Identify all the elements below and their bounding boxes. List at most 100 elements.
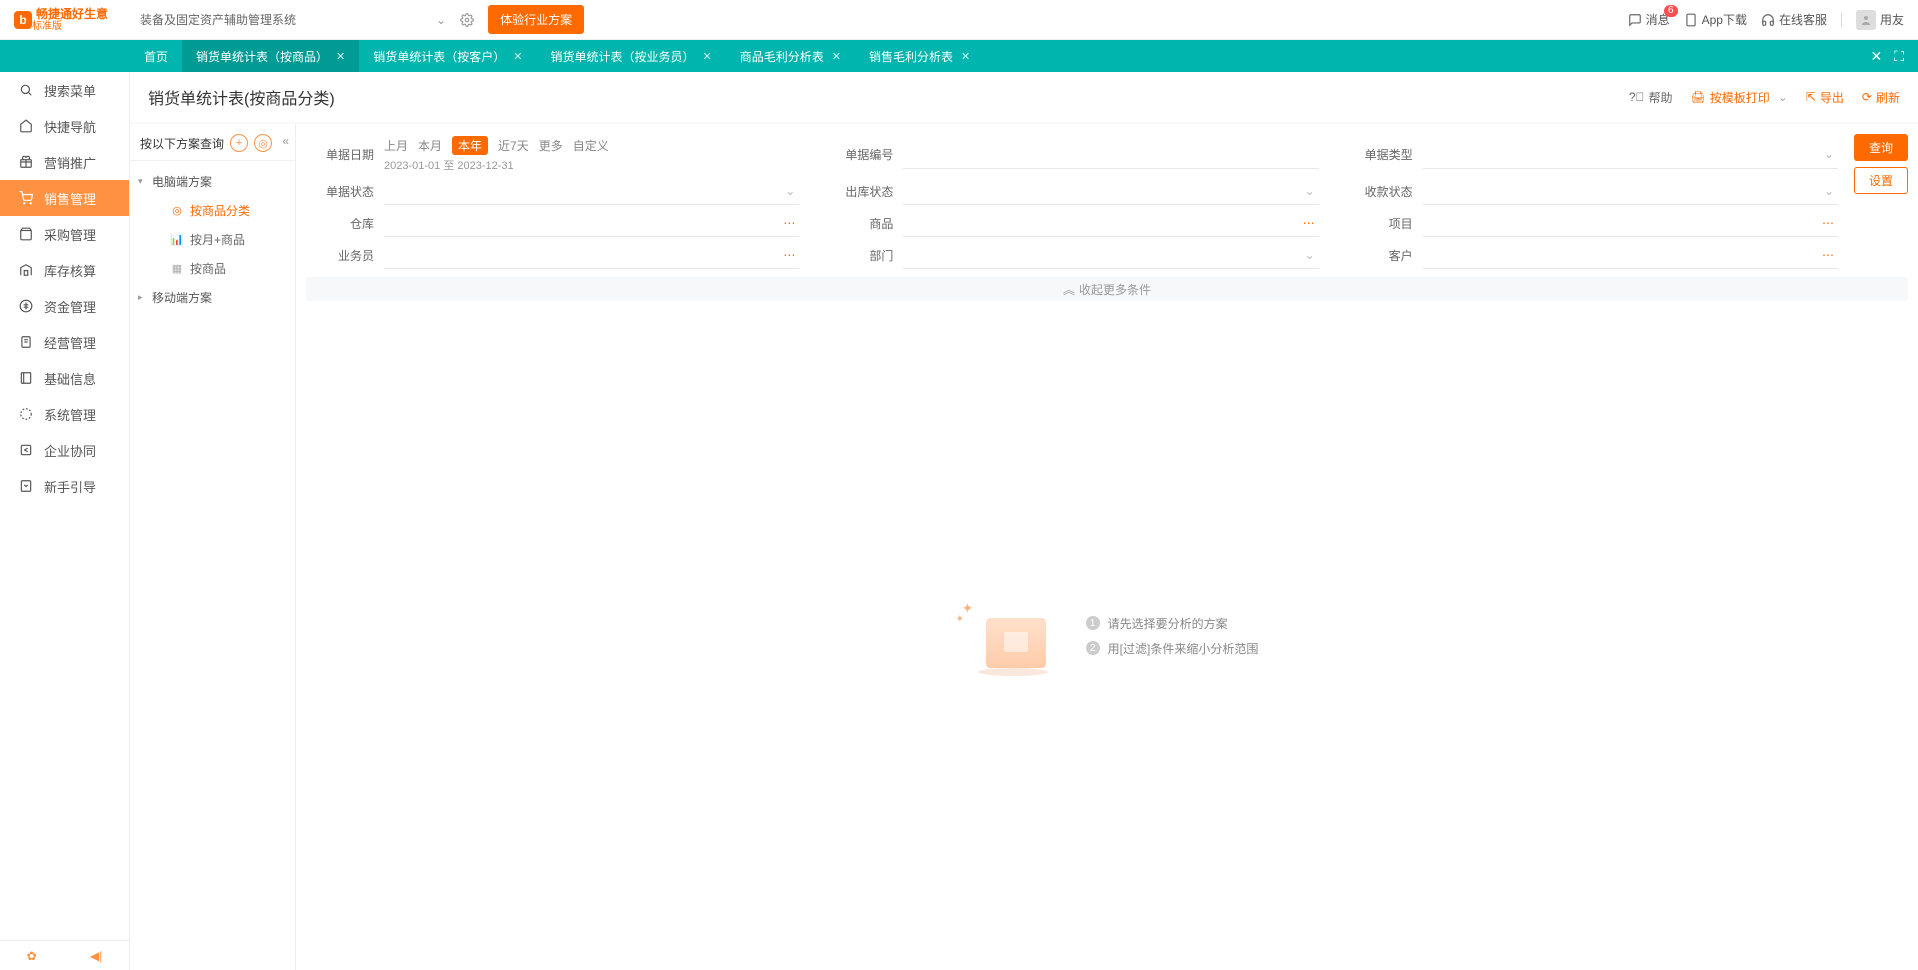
sidebar-item-purchase[interactable]: 采购管理 [0,216,129,252]
sidebar-item-marketing[interactable]: 营销推广 [0,144,129,180]
date-tag-thismonth[interactable]: 本月 [418,137,442,154]
more-icon[interactable]: ⋯ [1822,248,1834,262]
more-icon[interactable]: ⋯ [783,216,795,230]
date-quick-tags: 上月 本月 本年 近7天 更多 自定义 [384,136,799,155]
page-header: 销货单统计表(按商品分类) ?⃝帮助 🖨按模板打印⌄ ⇱导出 ⟳刷新 [130,72,1918,122]
label-bill-status: 单据状态 [310,183,374,200]
brand-logo: b 畅捷通好生意 标准版 [14,8,130,32]
sidebar-item-search[interactable]: 搜索菜单 [0,72,129,108]
chevron-down-icon[interactable]: ⌄ [1824,184,1834,198]
field-bill-type: 单据类型 ⌄ [1349,136,1838,173]
close-icon[interactable]: ✕ [961,50,970,63]
chevron-down-icon[interactable]: ⌄ [785,184,795,198]
refresh-button[interactable]: ⟳刷新 [1862,89,1900,106]
scheme-group-desktop[interactable]: 电脑端方案 [130,167,295,196]
sidebar-item-guide[interactable]: 新手引导 [0,468,129,504]
filter-form: 单据日期 上月 本月 本年 近7天 更多 自定义 20 [296,124,1918,970]
printer-icon: 🖨 [1691,90,1706,104]
user-menu[interactable]: 用友 [1856,10,1904,30]
chevron-down-icon: ⌄ [436,13,446,27]
more-icon[interactable]: ⋯ [1303,216,1315,230]
input-bill-type[interactable]: ⌄ [1423,141,1838,169]
gear-icon[interactable] [460,13,474,27]
sidebar-item-sales[interactable]: 销售管理 [0,180,129,216]
chevron-down-icon[interactable]: ⌄ [1824,147,1834,161]
close-all-icon[interactable]: ✕ [1870,48,1882,65]
field-department: 部门 ⌄ [829,241,1318,269]
query-button[interactable]: 查询 [1854,134,1908,161]
field-bill-no: 单据编号 [829,136,1318,173]
scheme-by-month-product[interactable]: 📊按月+商品 [130,225,295,254]
tab-sales-by-product[interactable]: 销货单统计表（按商品） ✕ [182,40,359,72]
tab-label: 销货单统计表（按商品） [196,48,328,65]
sidebar-item-funds[interactable]: 资金管理 [0,288,129,324]
input-pay-status[interactable]: ⌄ [1423,177,1838,205]
sidebar-item-basicinfo[interactable]: 基础信息 [0,360,129,396]
sidebar-item-label: 销售管理 [44,189,96,208]
input-salesperson[interactable]: ⋯ [384,241,799,269]
settings-icon[interactable]: ✿ [27,949,37,963]
print-template-button[interactable]: 🖨按模板打印⌄ [1691,89,1788,106]
collapse-sidebar-icon[interactable]: ◀| [90,949,102,963]
close-icon[interactable]: ✕ [513,50,522,63]
system-selector[interactable]: 装备及固定资产辅助管理系统 ⌄ [140,11,446,28]
add-scheme-icon[interactable]: + [230,134,248,152]
tab-sales-by-salesperson[interactable]: 销货单统计表（按业务员）✕ [536,40,725,72]
chevron-down-icon: ⌄ [1778,90,1788,104]
target-icon: ◎ [170,204,184,218]
collapse-panel-icon[interactable]: « [282,134,289,148]
logo-icon: b [14,11,32,29]
input-bill-status[interactable]: ⌄ [384,177,799,205]
export-button[interactable]: ⇱导出 [1806,89,1844,106]
date-tag-more[interactable]: 更多 [539,137,563,154]
date-tag-thisyear[interactable]: 本年 [452,136,488,155]
date-tag-7days[interactable]: 近7天 [498,137,529,154]
sidebar-item-quicknav[interactable]: 快捷导航 [0,108,129,144]
input-bill-no[interactable] [903,141,1318,169]
scheme-child-label: 按月+商品 [190,231,245,248]
scheme-by-category[interactable]: ◎ 按商品分类 [130,196,295,225]
field-customer: 客户 ⋯ [1349,241,1838,269]
app-download-button[interactable]: App下载 [1684,11,1747,28]
close-icon[interactable]: ✕ [832,50,841,63]
date-tag-custom[interactable]: 自定义 [573,137,609,154]
settings-button[interactable]: 设置 [1854,167,1908,194]
sidebar-item-system[interactable]: 系统管理 [0,396,129,432]
content-area: 按以下方案查询 + ◎ « 电脑端方案 ◎按商品分类 📊按月+商品 ▦按商品 移… [130,124,1918,970]
help-button[interactable]: ?⃝帮助 [1629,89,1673,106]
tab-home[interactable]: 首页 [130,40,182,72]
input-project[interactable]: ⋯ [1423,209,1838,237]
date-tag-lastmonth[interactable]: 上月 [384,137,408,154]
group-label: 移动端方案 [152,289,212,306]
sidebar-item-label: 企业协同 [44,441,96,460]
sidebar-item-operation[interactable]: 经营管理 [0,324,129,360]
input-out-status[interactable]: ⌄ [903,177,1318,205]
tabs-right-actions: ✕ ⛶ [1870,48,1918,65]
close-icon[interactable]: ✕ [703,50,712,63]
collapse-conditions-bar[interactable]: ︽ 收起更多条件 [306,277,1908,301]
close-icon[interactable]: ✕ [336,50,345,63]
online-service-button[interactable]: 在线客服 [1761,11,1827,28]
sidebar-item-label: 营销推广 [44,153,96,172]
scheme-group-mobile[interactable]: 移动端方案 [130,283,295,312]
input-product[interactable]: ⋯ [903,209,1318,237]
chevron-down-icon[interactable]: ⌄ [1305,184,1315,198]
tab-sales-gross[interactable]: 销售毛利分析表✕ [855,40,984,72]
chevron-down-icon[interactable]: ⌄ [1305,248,1315,262]
fullscreen-icon[interactable]: ⛶ [1894,48,1904,65]
more-icon[interactable]: ⋯ [783,248,795,262]
scheme-by-product[interactable]: ▦按商品 [130,254,295,283]
input-department[interactable]: ⌄ [903,241,1318,269]
tab-sales-by-customer[interactable]: 销货单统计表（按客户）✕ [359,40,536,72]
message-button[interactable]: 消息 6 [1628,11,1670,28]
more-icon[interactable]: ⋯ [1822,216,1834,230]
scheme-child-label: 按商品分类 [190,202,250,219]
clipboard-icon [18,334,34,350]
sidebar-item-collab[interactable]: 企业协同 [0,432,129,468]
tab-product-gross[interactable]: 商品毛利分析表✕ [726,40,855,72]
cta-button[interactable]: 体验行业方案 [488,5,584,34]
sidebar-item-inventory[interactable]: 库存核算 [0,252,129,288]
target-icon[interactable]: ◎ [254,134,272,152]
input-customer[interactable]: ⋯ [1423,241,1838,269]
input-warehouse[interactable]: ⋯ [384,209,799,237]
